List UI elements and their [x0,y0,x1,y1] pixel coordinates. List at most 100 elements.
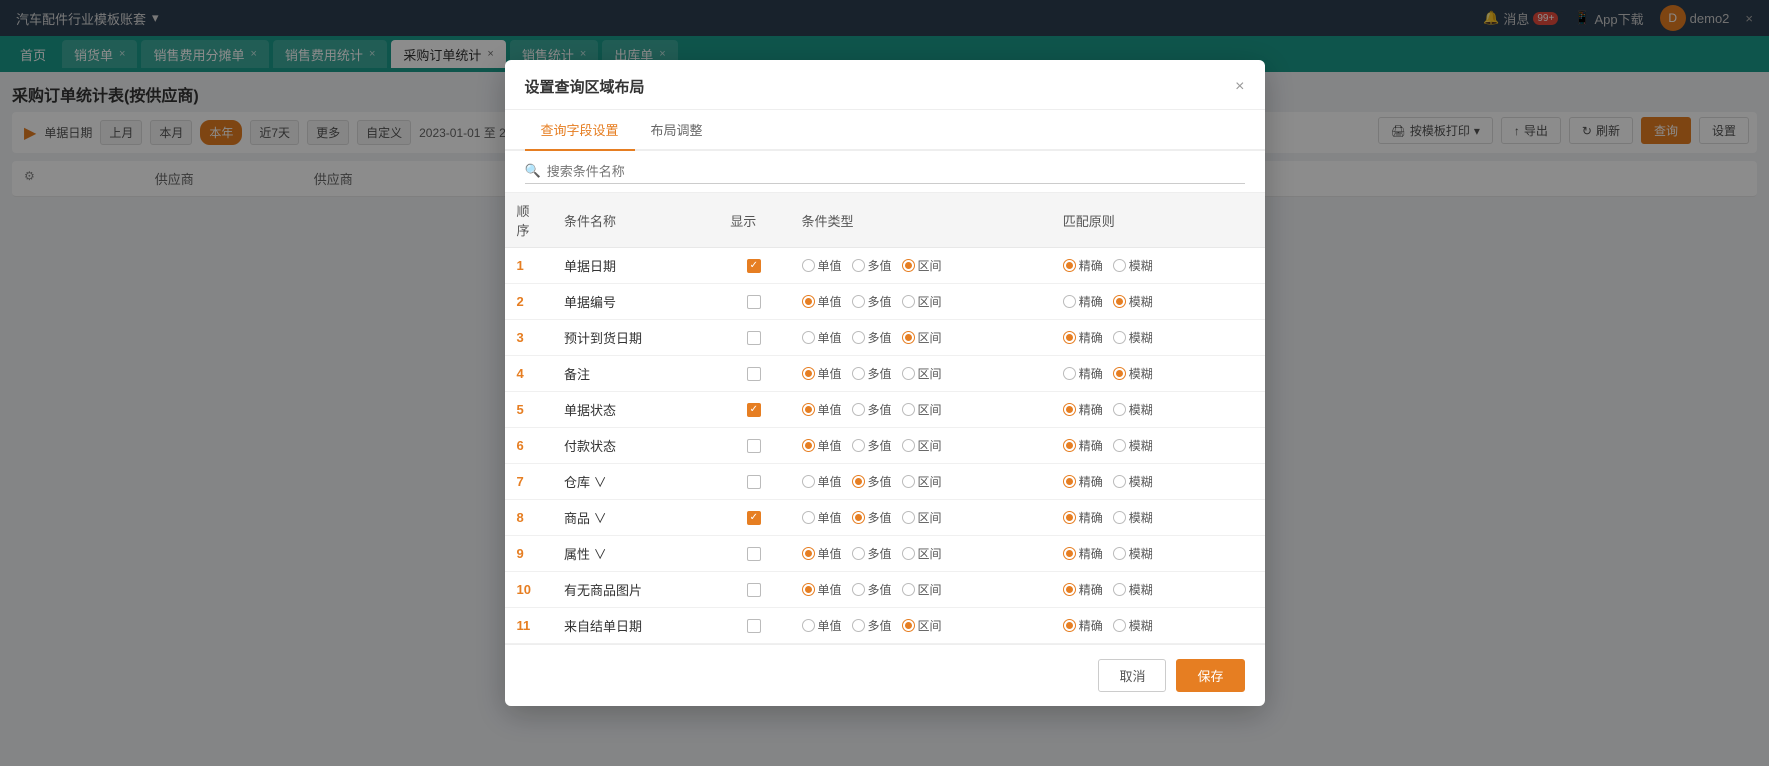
dialog-tab-layout[interactable]: 布局调整 [635,110,719,151]
checkbox-9[interactable] [747,583,761,597]
radio-type-多值-10[interactable] [852,619,865,632]
row-match-2: 精确模糊 [1051,320,1265,356]
row-display-7[interactable] [718,500,789,536]
checkbox-8[interactable] [747,547,761,561]
row-display-1[interactable] [718,284,789,320]
radio-match-精确-10[interactable] [1063,619,1076,632]
row-display-2[interactable] [718,320,789,356]
radio-type-区间-0[interactable] [902,259,915,272]
cancel-button[interactable]: 取消 [1098,659,1166,692]
row-display-0[interactable] [718,248,789,284]
radio-type-区间-6[interactable] [902,475,915,488]
radio-type-单值-2[interactable] [802,331,815,344]
checkbox-0[interactable] [747,259,761,273]
radio-match-精确-7[interactable] [1063,511,1076,524]
radio-type-多值-2[interactable] [852,331,865,344]
radio-match-精确-8[interactable] [1063,547,1076,560]
checkbox-3[interactable] [747,367,761,381]
row-display-3[interactable] [718,356,789,392]
checkbox-4[interactable] [747,403,761,417]
radio-match-模糊-6[interactable] [1113,475,1126,488]
radio-type-单值-6[interactable] [802,475,815,488]
row-display-6[interactable] [718,464,789,500]
radio-type-多值-1[interactable] [852,295,865,308]
row-type-2: 单值多值区间 [790,320,1051,356]
radio-match-精确-6[interactable] [1063,475,1076,488]
radio-type-单值-10[interactable] [802,619,815,632]
row-name-8: 属性 ∨ [552,536,718,572]
row-display-10[interactable] [718,608,789,644]
radio-match-精确-4[interactable] [1063,403,1076,416]
row-order-9: 10 [505,572,553,608]
radio-type-多值-8[interactable] [852,547,865,560]
radio-type-区间-8[interactable] [902,547,915,560]
radio-match-模糊-8[interactable] [1113,547,1126,560]
row-match-4: 精确模糊 [1051,392,1265,428]
row-type-1: 单值多值区间 [790,284,1051,320]
settings-table: 顺序 条件名称 显示 条件类型 匹配原则 1单据日期单值多值区间精确模糊2单据编… [505,193,1265,644]
checkbox-2[interactable] [747,331,761,345]
radio-type-多值-5[interactable] [852,439,865,452]
row-type-5: 单值多值区间 [790,428,1051,464]
radio-type-单值-3[interactable] [802,367,815,380]
radio-match-模糊-4[interactable] [1113,403,1126,416]
radio-type-区间-5[interactable] [902,439,915,452]
row-display-4[interactable] [718,392,789,428]
radio-type-多值-0[interactable] [852,259,865,272]
row-match-10: 精确模糊 [1051,608,1265,644]
radio-type-区间-1[interactable] [902,295,915,308]
radio-match-模糊-2[interactable] [1113,331,1126,344]
table-row: 5单据状态单值多值区间精确模糊 [505,392,1265,428]
row-name-0: 单据日期 [552,248,718,284]
row-display-8[interactable] [718,536,789,572]
radio-type-多值-7[interactable] [852,511,865,524]
radio-match-模糊-9[interactable] [1113,583,1126,596]
row-name-3: 备注 [552,356,718,392]
row-type-6: 单值多值区间 [790,464,1051,500]
dialog-close-btn[interactable]: × [1235,78,1244,108]
radio-match-精确-5[interactable] [1063,439,1076,452]
radio-type-区间-4[interactable] [902,403,915,416]
radio-type-区间-2[interactable] [902,331,915,344]
radio-match-模糊-1[interactable] [1113,295,1126,308]
radio-type-多值-4[interactable] [852,403,865,416]
radio-type-区间-10[interactable] [902,619,915,632]
radio-type-单值-4[interactable] [802,403,815,416]
row-display-5[interactable] [718,428,789,464]
row-name-6: 仓库 ∨ [552,464,718,500]
radio-type-区间-9[interactable] [902,583,915,596]
radio-type-单值-8[interactable] [802,547,815,560]
radio-type-区间-7[interactable] [902,511,915,524]
radio-match-模糊-10[interactable] [1113,619,1126,632]
checkbox-7[interactable] [747,511,761,525]
radio-match-精确-9[interactable] [1063,583,1076,596]
checkbox-5[interactable] [747,439,761,453]
dialog-footer: 取消 保存 [505,644,1265,706]
col-header-type: 条件类型 [790,193,1051,248]
radio-type-多值-3[interactable] [852,367,865,380]
radio-match-模糊-5[interactable] [1113,439,1126,452]
radio-match-精确-3[interactable] [1063,367,1076,380]
radio-type-多值-6[interactable] [852,475,865,488]
checkbox-6[interactable] [747,475,761,489]
radio-match-精确-1[interactable] [1063,295,1076,308]
radio-match-模糊-3[interactable] [1113,367,1126,380]
radio-type-单值-0[interactable] [802,259,815,272]
radio-match-模糊-0[interactable] [1113,259,1126,272]
radio-type-区间-3[interactable] [902,367,915,380]
dialog-tab-fields[interactable]: 查询字段设置 [525,110,635,151]
checkbox-10[interactable] [747,619,761,633]
search-input[interactable] [547,164,1245,179]
checkbox-1[interactable] [747,295,761,309]
radio-type-单值-5[interactable] [802,439,815,452]
radio-type-单值-9[interactable] [802,583,815,596]
radio-type-单值-1[interactable] [802,295,815,308]
radio-match-模糊-7[interactable] [1113,511,1126,524]
row-display-9[interactable] [718,572,789,608]
row-match-9: 精确模糊 [1051,572,1265,608]
radio-match-精确-2[interactable] [1063,331,1076,344]
radio-match-精确-0[interactable] [1063,259,1076,272]
radio-type-单值-7[interactable] [802,511,815,524]
radio-type-多值-9[interactable] [852,583,865,596]
save-button[interactable]: 保存 [1176,659,1244,692]
